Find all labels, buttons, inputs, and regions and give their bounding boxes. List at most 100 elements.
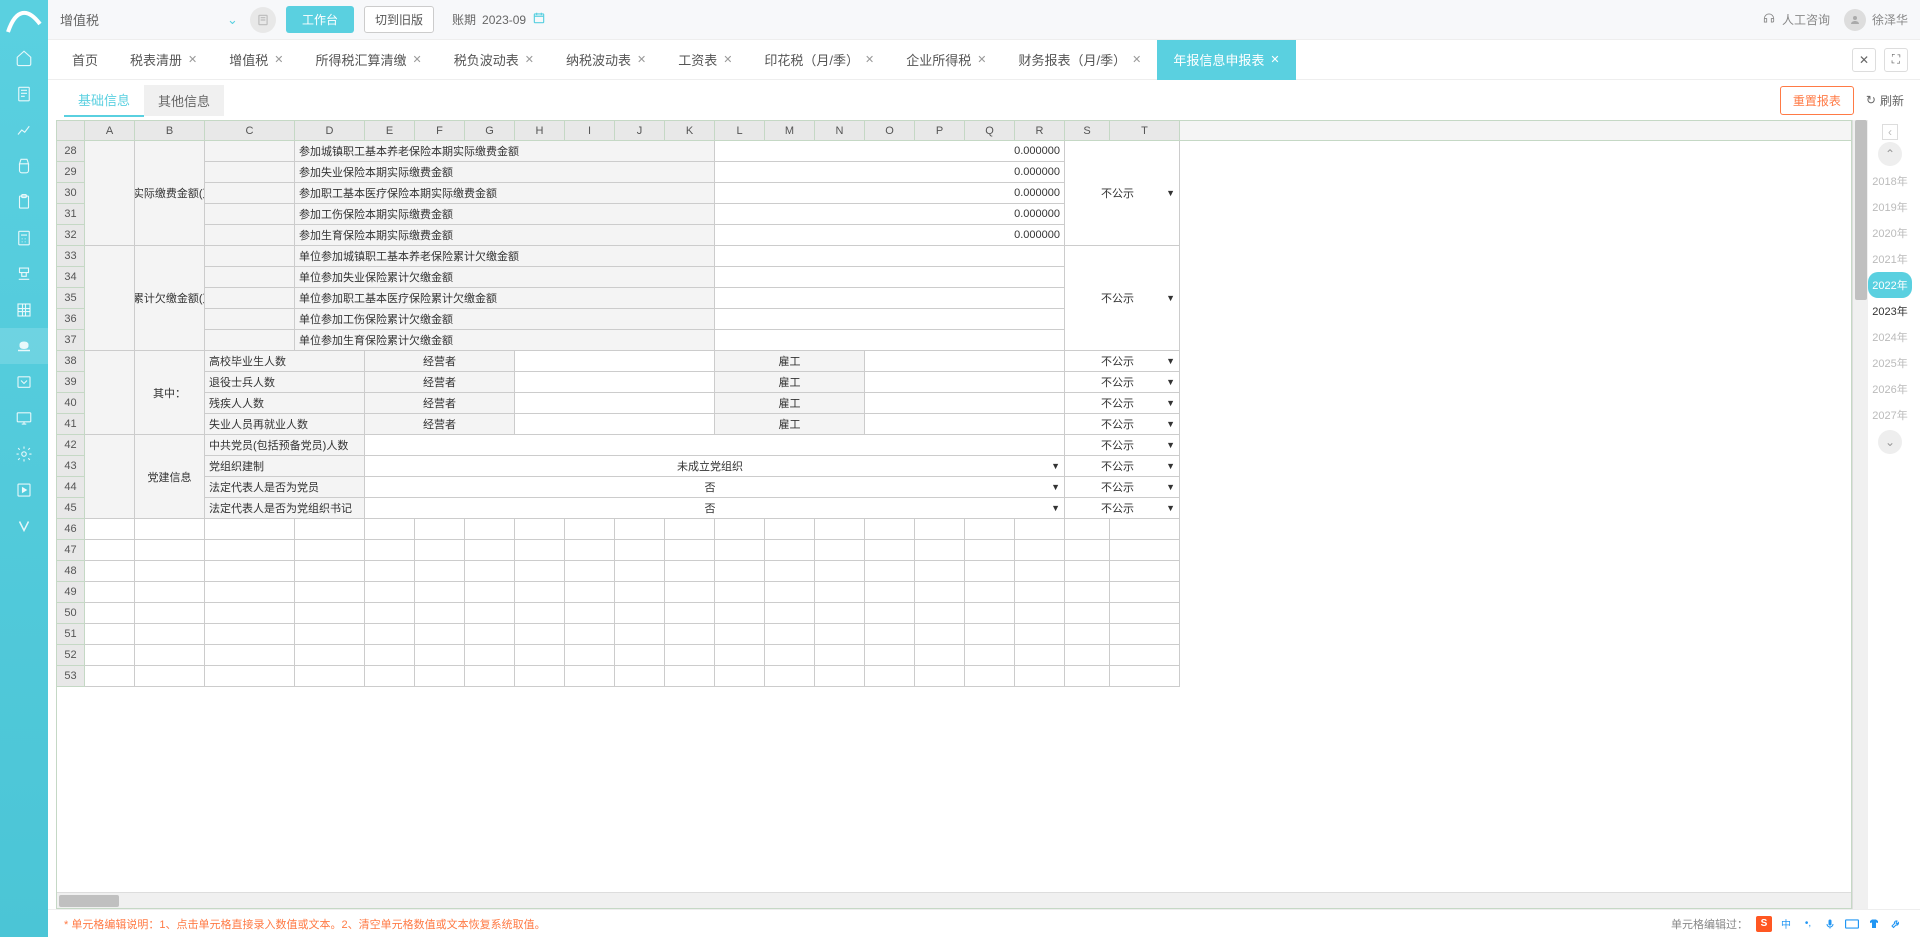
cell-S48[interactable] <box>1065 561 1110 582</box>
cell-O52[interactable] <box>865 645 915 666</box>
support-link[interactable]: 人工咨询 <box>1762 11 1830 28</box>
cell-S52[interactable] <box>1065 645 1110 666</box>
cell-S53[interactable] <box>1065 666 1110 687</box>
year-2026年[interactable]: 2026年 <box>1868 376 1911 402</box>
cell-A47[interactable] <box>85 540 135 561</box>
cell-O51[interactable] <box>865 624 915 645</box>
year-down-button[interactable]: ⌄ <box>1878 430 1902 454</box>
year-2025年[interactable]: 2025年 <box>1868 350 1911 376</box>
cell-G52[interactable] <box>465 645 515 666</box>
cell-T53[interactable] <box>1110 666 1180 687</box>
cell-D51[interactable] <box>295 624 365 645</box>
row-header-30[interactable]: 30 <box>57 183 85 204</box>
cell-H48[interactable] <box>515 561 565 582</box>
cell-Q53[interactable] <box>965 666 1015 687</box>
row-header-41[interactable]: 41 <box>57 414 85 435</box>
cell-C37[interactable] <box>205 330 295 351</box>
cell-J52[interactable] <box>615 645 665 666</box>
cell-M51[interactable] <box>765 624 815 645</box>
nav-v[interactable] <box>0 508 48 544</box>
cell-F47[interactable] <box>415 540 465 561</box>
cell-R48[interactable] <box>1015 561 1065 582</box>
col-header-M[interactable]: M <box>765 121 815 140</box>
cell-I52[interactable] <box>565 645 615 666</box>
cell-K51[interactable] <box>665 624 715 645</box>
cell-G51[interactable] <box>465 624 515 645</box>
cell-B51[interactable] <box>135 624 205 645</box>
cell-S50[interactable] <box>1065 603 1110 624</box>
expand-tabs-button[interactable]: ⛶ <box>1884 48 1908 72</box>
cell-I53[interactable] <box>565 666 615 687</box>
tab-4[interactable]: 税负波动表✕ <box>438 40 550 80</box>
cell-M53[interactable] <box>765 666 815 687</box>
cell-D52[interactable] <box>295 645 365 666</box>
cell-O46[interactable] <box>865 519 915 540</box>
ime-mic-icon[interactable] <box>1822 916 1838 932</box>
cell-S49[interactable] <box>1065 582 1110 603</box>
cell-R46[interactable] <box>1015 519 1065 540</box>
row-header-45[interactable]: 45 <box>57 498 85 519</box>
row-header-43[interactable]: 43 <box>57 456 85 477</box>
cell-H51[interactable] <box>515 624 565 645</box>
cell-M48[interactable] <box>765 561 815 582</box>
row-header-52[interactable]: 52 <box>57 645 85 666</box>
col-header-F[interactable]: F <box>415 121 465 140</box>
cell-T51[interactable] <box>1110 624 1180 645</box>
nav-grid[interactable] <box>0 292 48 328</box>
cell-T52[interactable] <box>1110 645 1180 666</box>
value-cell-32[interactable]: 0.000000 <box>715 225 1065 246</box>
cell-N53[interactable] <box>815 666 865 687</box>
cell-I47[interactable] <box>565 540 615 561</box>
col-header-L[interactable]: L <box>715 121 765 140</box>
cell-H52[interactable] <box>515 645 565 666</box>
cell-S46[interactable] <box>1065 519 1110 540</box>
cell-N50[interactable] <box>815 603 865 624</box>
full-value-43[interactable]: 未成立党组织▼ <box>365 456 1065 477</box>
operator-value-41[interactable] <box>515 414 715 435</box>
ime-kbd-icon[interactable] <box>1844 916 1860 932</box>
cell-C29[interactable] <box>205 162 295 183</box>
nav-money[interactable] <box>0 148 48 184</box>
value-cell-37[interactable] <box>715 330 1065 351</box>
full-value-44[interactable]: 否▼ <box>365 477 1065 498</box>
tab-close-icon[interactable]: ✕ <box>723 53 732 66</box>
workspace-button[interactable]: 工作台 <box>286 6 354 33</box>
nav-calc[interactable] <box>0 220 48 256</box>
cell-C48[interactable] <box>205 561 295 582</box>
cell-J46[interactable] <box>615 519 665 540</box>
year-2021年[interactable]: 2021年 <box>1868 246 1911 272</box>
row-header-50[interactable]: 50 <box>57 603 85 624</box>
cell-R49[interactable] <box>1015 582 1065 603</box>
value-cell-35[interactable] <box>715 288 1065 309</box>
cell-F51[interactable] <box>415 624 465 645</box>
row-header-36[interactable]: 36 <box>57 309 85 330</box>
row-header-51[interactable]: 51 <box>57 624 85 645</box>
cell-M47[interactable] <box>765 540 815 561</box>
ime-s-icon[interactable]: S <box>1756 916 1772 932</box>
cell-C52[interactable] <box>205 645 295 666</box>
cell-N47[interactable] <box>815 540 865 561</box>
cell-I46[interactable] <box>565 519 615 540</box>
col-header-N[interactable]: N <box>815 121 865 140</box>
cell-F46[interactable] <box>415 519 465 540</box>
year-2018年[interactable]: 2018年 <box>1868 168 1911 194</box>
note-icon[interactable] <box>250 7 276 33</box>
cell-A48[interactable] <box>85 561 135 582</box>
year-2024年[interactable]: 2024年 <box>1868 324 1911 350</box>
cell-H49[interactable] <box>515 582 565 603</box>
row-header-48[interactable]: 48 <box>57 561 85 582</box>
cell-D46[interactable] <box>295 519 365 540</box>
ime-skin-icon[interactable] <box>1866 916 1882 932</box>
nav-home[interactable] <box>0 40 48 76</box>
cell-C31[interactable] <box>205 204 295 225</box>
year-2019年[interactable]: 2019年 <box>1868 194 1911 220</box>
visibility-dropdown-42[interactable]: 不公示▼ <box>1065 435 1180 456</box>
cell-L47[interactable] <box>715 540 765 561</box>
col-header-A[interactable]: A <box>85 121 135 140</box>
value-cell-28[interactable]: 0.000000 <box>715 141 1065 162</box>
cell-C36[interactable] <box>205 309 295 330</box>
cell-E50[interactable] <box>365 603 415 624</box>
cell-P51[interactable] <box>915 624 965 645</box>
cell-E47[interactable] <box>365 540 415 561</box>
row-header-39[interactable]: 39 <box>57 372 85 393</box>
